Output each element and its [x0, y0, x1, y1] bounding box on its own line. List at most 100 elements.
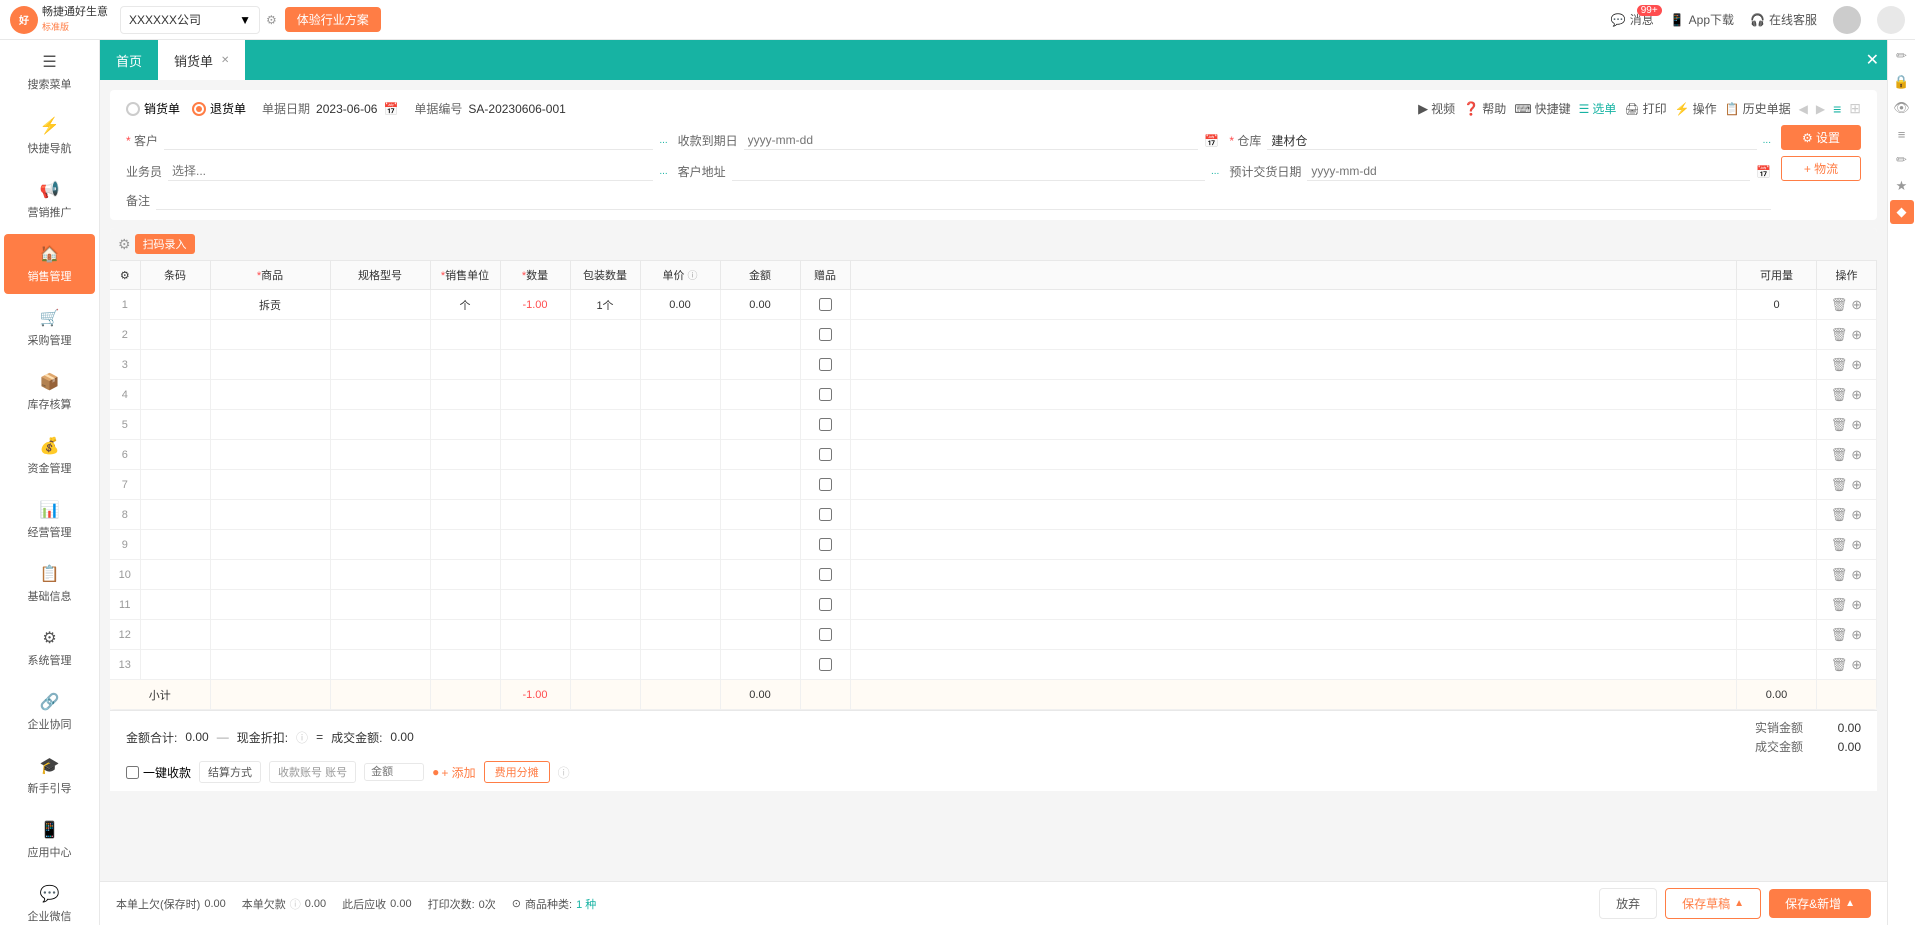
tab-close-icon[interactable]: ✕	[221, 55, 229, 66]
expense-split-button[interactable]: 费用分摊	[484, 761, 550, 783]
nav-next-icon[interactable]: ▶	[1816, 102, 1825, 116]
float-eye[interactable]: 👁	[1890, 96, 1914, 120]
action-history[interactable]: 📋 历史单据	[1725, 100, 1791, 117]
float-filter[interactable]: ≡	[1890, 122, 1914, 146]
gift-checkbox-9[interactable]	[819, 538, 832, 551]
delete-icon-4[interactable]: 🗑	[1831, 387, 1848, 403]
r2-pack[interactable]	[570, 320, 640, 350]
gift-checkbox-8[interactable]	[819, 508, 832, 521]
r2-price[interactable]	[640, 320, 720, 350]
row-spec-1[interactable]	[330, 290, 430, 320]
warehouse-dots[interactable]: ...	[1763, 135, 1771, 146]
gift-checkbox-4[interactable]	[819, 388, 832, 401]
action-help[interactable]: ❓ 帮助	[1463, 100, 1506, 117]
row-product-1[interactable]: 拆贡	[210, 290, 330, 320]
address-dots[interactable]: ...	[1211, 166, 1219, 177]
gift-checkbox-2[interactable]	[819, 328, 832, 341]
copy-icon-11[interactable]: ⊕	[1851, 597, 1862, 613]
sidebar-item-quick-nav[interactable]: ⚡ 快捷导航	[4, 106, 95, 166]
delete-icon-6[interactable]: 🗑	[1831, 447, 1848, 463]
date-calendar-icon[interactable]: 📅	[383, 102, 398, 116]
sidebar-item-basics[interactable]: 📋 基础信息	[4, 554, 95, 614]
copy-icon-3[interactable]: ⊕	[1851, 357, 1862, 373]
salesperson-input[interactable]	[168, 162, 653, 181]
float-star[interactable]: ★	[1890, 174, 1914, 198]
delete-icon-5[interactable]: 🗑	[1831, 417, 1848, 433]
radio-return[interactable]: 退货单	[192, 100, 246, 117]
r2-product[interactable]	[210, 320, 330, 350]
row-barcode-1[interactable]	[140, 290, 210, 320]
notes-input[interactable]	[156, 191, 1771, 210]
discard-button[interactable]: 放弃	[1599, 888, 1657, 919]
pay-method-selector[interactable]: 结算方式	[199, 761, 261, 783]
warehouse-input[interactable]	[1267, 131, 1756, 150]
gift-checkbox-12[interactable]	[819, 628, 832, 641]
float-orange[interactable]: ◆	[1890, 200, 1914, 224]
action-select[interactable]: ☰ 选单	[1579, 100, 1617, 117]
experience-button[interactable]: 体验行业方案	[285, 7, 381, 32]
expense-help-icon[interactable]: ⓘ	[558, 764, 570, 781]
company-selector[interactable]: XXXXXX公司 ▼	[120, 6, 260, 34]
gift-checkbox-5[interactable]	[819, 418, 832, 431]
copy-icon-5[interactable]: ⊕	[1851, 417, 1862, 433]
r2-qty[interactable]	[500, 320, 570, 350]
r2-amount[interactable]	[720, 320, 800, 350]
avatar-extra[interactable]	[1877, 6, 1905, 34]
logistics-button[interactable]: + 物流	[1781, 156, 1861, 181]
cash-discount-help-icon[interactable]: ⓘ	[296, 729, 308, 746]
row-qty-1[interactable]: -1.00	[500, 290, 570, 320]
delivery-calendar-icon[interactable]: 📅	[1756, 165, 1771, 179]
action-operation[interactable]: ⚡ 操作	[1675, 100, 1717, 117]
scan-button[interactable]: 扫码录入	[135, 234, 195, 254]
float-edit[interactable]: ✏	[1890, 44, 1914, 68]
action-video[interactable]: ▶ 视频	[1418, 100, 1455, 117]
gift-checkbox-13[interactable]	[819, 658, 832, 671]
sidebar-item-wechat[interactable]: 💬 企业微信	[4, 874, 95, 925]
account-no-selector[interactable]: 收款账号 账号	[269, 761, 356, 783]
sidebar-item-inventory[interactable]: 📦 库存核算	[4, 362, 95, 422]
gift-checkbox-7[interactable]	[819, 478, 832, 491]
gift-checkbox-1[interactable]	[819, 298, 832, 311]
add-payment-button[interactable]: ● + 添加	[432, 764, 476, 781]
gift-checkbox-6[interactable]	[819, 448, 832, 461]
payment-amount-input[interactable]	[364, 763, 424, 781]
delete-icon-3[interactable]: 🗑	[1831, 357, 1848, 373]
copy-icon-1[interactable]: ⊕	[1851, 297, 1862, 313]
row-amount-1[interactable]: 0.00	[720, 290, 800, 320]
save-new-button[interactable]: 保存&新增 ▲	[1769, 889, 1871, 918]
row-unit-1[interactable]: 个	[430, 290, 500, 320]
message-icon-item[interactable]: 💬 消息 99+	[1611, 11, 1654, 28]
delete-icon-13[interactable]: 🗑	[1831, 657, 1848, 673]
sidebar-item-apps[interactable]: 📱 应用中心	[4, 810, 95, 870]
delivery-date-input[interactable]	[1307, 162, 1750, 181]
view-list-icon[interactable]: ≡	[1833, 101, 1841, 117]
nav-prev-icon[interactable]: ◀	[1799, 102, 1808, 116]
delete-icon-10[interactable]: 🗑	[1831, 567, 1848, 583]
copy-icon-9[interactable]: ⊕	[1851, 537, 1862, 553]
sidebar-item-finance[interactable]: 💰 资金管理	[4, 426, 95, 486]
sidebar-item-marketing[interactable]: 📢 营销推广	[4, 170, 95, 230]
sidebar-item-guide[interactable]: 🎓 新手引导	[4, 746, 95, 806]
delete-icon-11[interactable]: 🗑	[1831, 597, 1848, 613]
order-no-value[interactable]: SA-20230606-001	[468, 102, 565, 116]
delete-icon-9[interactable]: 🗑	[1831, 537, 1848, 553]
save-draft-button[interactable]: 保存草稿 ▲	[1665, 888, 1761, 919]
payment-due-calendar-icon[interactable]: 📅	[1204, 134, 1219, 148]
action-print[interactable]: 🖨 打印	[1624, 100, 1666, 117]
gift-checkbox-11[interactable]	[819, 598, 832, 611]
r2-unit[interactable]	[430, 320, 500, 350]
row-pack-1[interactable]: 1个	[570, 290, 640, 320]
delete-icon-12[interactable]: 🗑	[1831, 627, 1848, 643]
column-settings-icon[interactable]: ⚙	[120, 270, 130, 282]
total-debt-help-icon[interactable]: ⓘ	[290, 896, 301, 912]
view-grid-icon[interactable]: ⊞	[1849, 100, 1861, 117]
tab-home[interactable]: 首页	[100, 40, 158, 80]
copy-icon-6[interactable]: ⊕	[1851, 447, 1862, 463]
copy-icon-13[interactable]: ⊕	[1851, 657, 1862, 673]
online-service-item[interactable]: 🎧 在线客服	[1750, 11, 1817, 28]
float-lock[interactable]: 🔒	[1890, 70, 1914, 94]
row-price-1[interactable]: 0.00	[640, 290, 720, 320]
customer-address-input[interactable]	[732, 162, 1205, 181]
avatar[interactable]	[1833, 6, 1861, 34]
copy-icon-7[interactable]: ⊕	[1851, 477, 1862, 493]
